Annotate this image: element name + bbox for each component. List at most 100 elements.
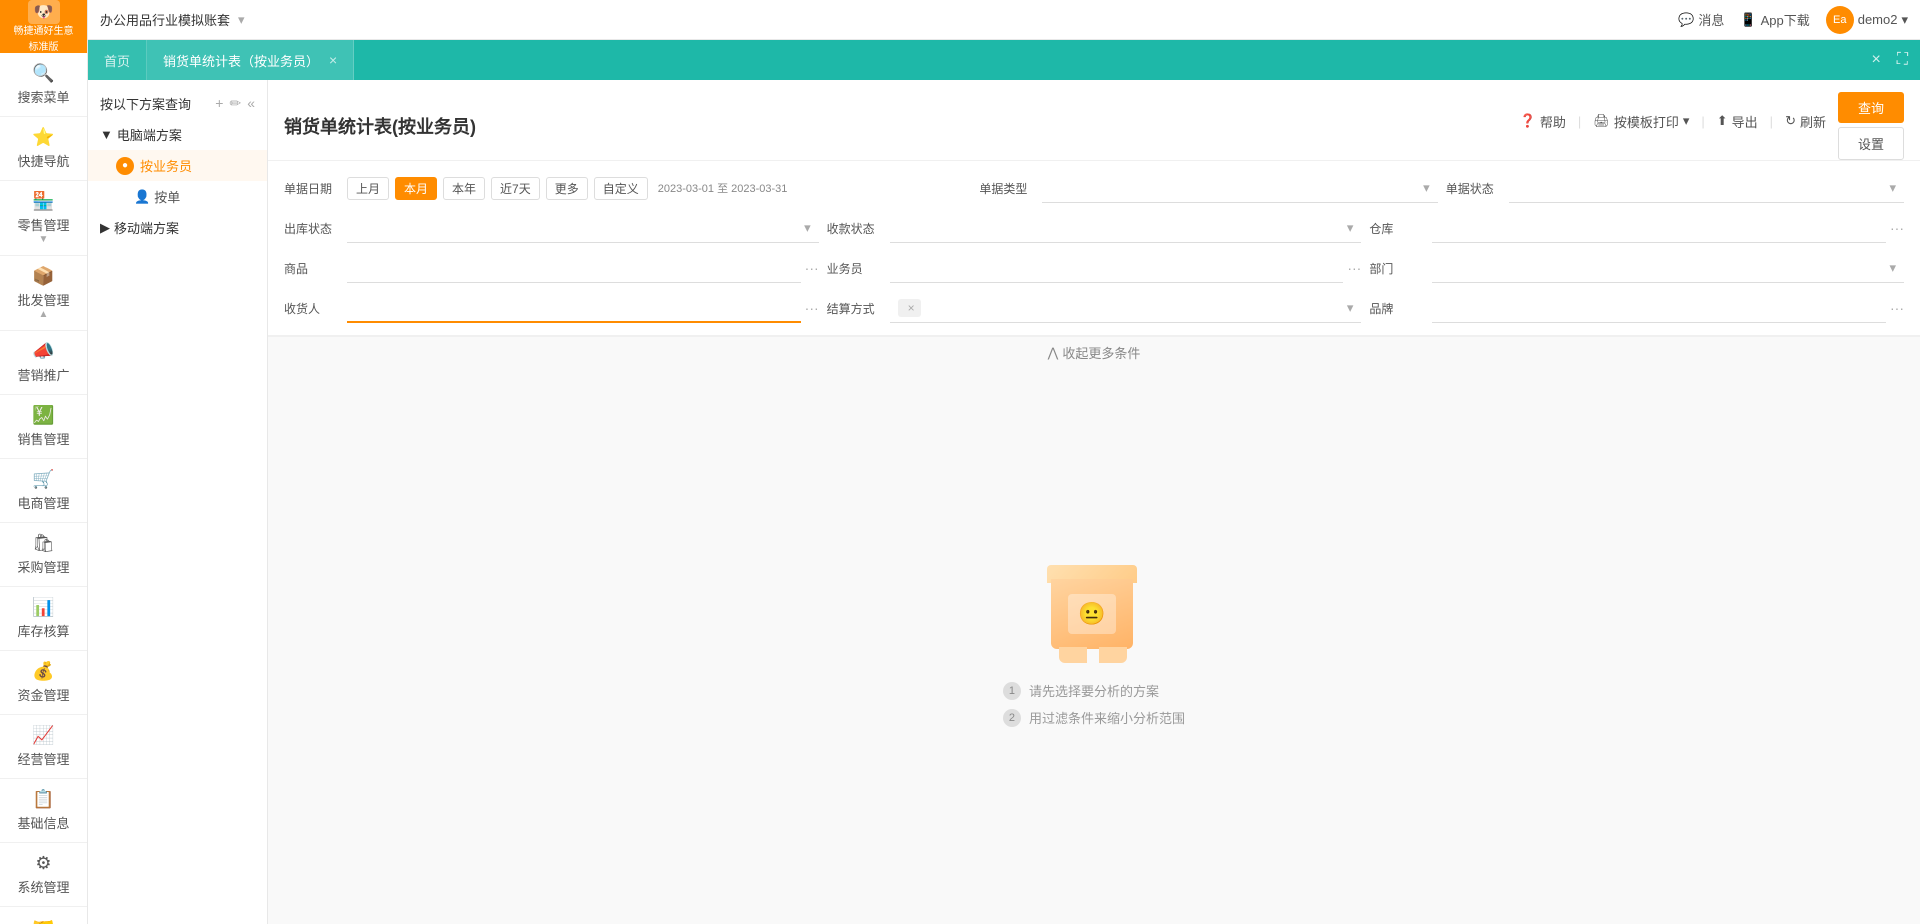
warehouse-dots[interactable]: ··· — [1890, 220, 1904, 236]
scheme-group-desktop-header[interactable]: ▼ 电脑端方案 — [88, 119, 267, 150]
payment-dropdown-icon: ▾ — [1347, 300, 1354, 316]
empty-state: 😐 1 请先选择要分析的方案 2 用过滤条件来缩小分析范围 — [268, 368, 1920, 924]
add-scheme-icon[interactable]: + — [215, 95, 223, 112]
department-select[interactable]: ▾ — [1432, 253, 1904, 283]
triangle-right-icon: ▶ — [100, 220, 110, 236]
goods-field: 商品 ··· — [284, 253, 819, 283]
sidebar-item-retail[interactable]: 🏪 零售管理 ▼ — [0, 181, 87, 256]
this-month-btn[interactable]: 本月 — [395, 177, 437, 200]
tab-home[interactable]: 首页 — [88, 40, 147, 80]
triangle-down-icon: ▼ — [100, 127, 113, 142]
brand-input[interactable] — [1432, 293, 1886, 323]
refresh-label: 刷新 — [1800, 112, 1826, 131]
left-panel-header-icons: + ✏ « — [215, 95, 255, 112]
tab-close-icon[interactable]: × — [329, 52, 337, 68]
tip-text-2: 用过滤条件来缩小分析范围 — [1029, 708, 1185, 727]
salesperson-input[interactable] — [890, 253, 1344, 283]
tabbar-actions: × ⛶ — [1867, 40, 1920, 80]
empty-illustration: 😐 — [1039, 565, 1149, 665]
sidebar-item-search-menu[interactable]: 🔍 搜索菜单 — [0, 53, 87, 117]
sidebar-item-label: 基础信息 — [17, 813, 69, 832]
goods-dots[interactable]: ··· — [805, 260, 819, 276]
payment-tag-close[interactable]: × — [908, 301, 915, 315]
sidebar-item-wholesale[interactable]: 📦 批发管理 ▲ — [0, 256, 87, 331]
more-btn[interactable]: 更多 — [546, 177, 588, 200]
sidebar-item-label: 资金管理 — [17, 685, 69, 704]
scheme-item-by-salesperson[interactable]: ● 按业务员 — [88, 150, 267, 181]
out-status-label: 出库状态 — [284, 220, 339, 237]
help-button[interactable]: ❓ 帮助 — [1520, 112, 1566, 131]
tab-close-window-icon[interactable]: × — [1867, 47, 1884, 73]
sidebar-item-sales[interactable]: 💹 销售管理 — [0, 395, 87, 459]
finance-icon: 💰 — [32, 661, 54, 682]
sidebar-item-ecommerce[interactable]: 🛒 电商管理 — [0, 459, 87, 523]
edit-scheme-icon[interactable]: ✏ — [229, 95, 241, 112]
tip-num-2: 2 — [1003, 709, 1021, 727]
content: 按以下方案查询 + ✏ « ▼ 电脑端方案 ● 按业务员 👤 — [88, 80, 1920, 924]
order-type-select[interactable]: ▾ — [1042, 173, 1437, 203]
order-status-select[interactable]: ▾ — [1509, 173, 1904, 203]
tab-maximize-icon[interactable]: ⛶ — [1893, 47, 1912, 73]
sidebar-item-purchase[interactable]: 🛍 采购管理 — [0, 523, 87, 587]
topbar-dropdown-icon[interactable]: ▾ — [238, 12, 245, 28]
this-year-btn[interactable]: 本年 — [443, 177, 485, 200]
out-status-select[interactable]: ▾ — [347, 213, 819, 243]
retail-icon: 🏪 — [32, 191, 54, 212]
goods-input[interactable] — [347, 253, 801, 283]
user-menu[interactable]: Ea demo2 ▾ — [1826, 6, 1908, 34]
empty-tips: 1 请先选择要分析的方案 2 用过滤条件来缩小分析范围 — [1003, 681, 1185, 727]
sidebar-item-quick-nav[interactable]: ⭐ 快捷导航 — [0, 117, 87, 181]
scheme-group-mobile-header[interactable]: ▶ 移动端方案 — [88, 212, 267, 243]
collapse-label: 收起更多条件 — [1062, 343, 1140, 362]
sidebar-item-inventory[interactable]: 📊 库存核算 — [0, 587, 87, 651]
warehouse-input[interactable] — [1432, 213, 1886, 243]
7days-btn[interactable]: 近7天 — [491, 177, 540, 200]
query-actions: 查询 设置 — [1838, 92, 1904, 160]
sidebar-item-basic[interactable]: 📋 基础信息 — [0, 779, 87, 843]
department-label: 部门 — [1369, 260, 1424, 277]
collapse-bar[interactable]: ⋀ 收起更多条件 — [268, 336, 1920, 368]
brand-dots[interactable]: ··· — [1890, 300, 1904, 316]
export-button[interactable]: ⬆ 导出 — [1717, 112, 1758, 131]
receipt-status-dropdown-icon: ▾ — [1347, 220, 1354, 236]
receiver-field: 收货人 ··· — [284, 293, 819, 323]
print-dropdown-icon: ▾ — [1683, 113, 1690, 129]
sidebar-item-operation[interactable]: 📈 经营管理 — [0, 715, 87, 779]
payment-method-tag: × — [898, 299, 921, 317]
export-icon: ⬆ — [1717, 113, 1728, 129]
avatar: Ea — [1826, 6, 1854, 34]
refresh-button[interactable]: ↻ 刷新 — [1785, 112, 1826, 131]
receiver-input[interactable] — [347, 293, 801, 323]
tip-text-1: 请先选择要分析的方案 — [1029, 681, 1159, 700]
collapse-panel-icon[interactable]: « — [247, 95, 255, 112]
sidebar-item-enterprise[interactable]: 🤝 企业协同 — [0, 907, 87, 924]
collapse-up-icon: ⋀ — [1048, 345, 1059, 361]
template-print-label: 按模板打印 — [1614, 112, 1679, 131]
receipt-status-label: 收款状态 — [827, 220, 882, 237]
app-download-button[interactable]: 📱 App下载 — [1740, 10, 1809, 29]
tab-sales-stat[interactable]: 销货单统计表（按业务员） × — [147, 40, 354, 80]
settings-button[interactable]: 设置 — [1838, 127, 1904, 160]
sidebar-item-finance[interactable]: 💰 资金管理 — [0, 651, 87, 715]
box-body: 😐 — [1051, 579, 1133, 649]
page-title-actions: ❓ 帮助 | 🖨 按模板打印 ▾ | ⬆ 导出 — [1520, 112, 1826, 141]
message-button[interactable]: 💬 消息 — [1678, 10, 1724, 29]
topbar-app-title: 办公用品行业模拟账套 — [100, 10, 230, 29]
sidebar-item-label: 快捷导航 — [17, 151, 69, 170]
receiver-dots[interactable]: ··· — [805, 300, 819, 316]
filter-row-4: 收货人 ··· 结算方式 × ▾ — [284, 293, 1904, 323]
sidebar-item-marketing[interactable]: 📣 营销推广 — [0, 331, 87, 395]
payment-method-select[interactable]: × ▾ — [890, 293, 1362, 323]
salesperson-dots[interactable]: ··· — [1347, 260, 1361, 276]
template-print-button[interactable]: 🖨 按模板打印 ▾ — [1593, 112, 1689, 131]
custom-btn[interactable]: 自定义 — [594, 177, 648, 200]
query-button[interactable]: 查询 — [1838, 92, 1904, 123]
receipt-status-select[interactable]: ▾ — [890, 213, 1362, 243]
prev-month-btn[interactable]: 上月 — [347, 177, 389, 200]
warehouse-label: 仓库 — [1369, 220, 1424, 237]
filter-row-1: 单据日期 上月 本月 本年 近7天 更多 自定义 2023-03-01 至 20… — [284, 173, 1904, 203]
brand-label: 品牌 — [1369, 300, 1424, 317]
sidebar-item-system[interactable]: ⚙ 系统管理 — [0, 843, 87, 907]
scheme-sub-item-by-order[interactable]: 👤 按单 — [88, 181, 267, 212]
scheme-group-desktop: ▼ 电脑端方案 ● 按业务员 👤 按单 ▶ 移动端方案 — [88, 119, 267, 243]
